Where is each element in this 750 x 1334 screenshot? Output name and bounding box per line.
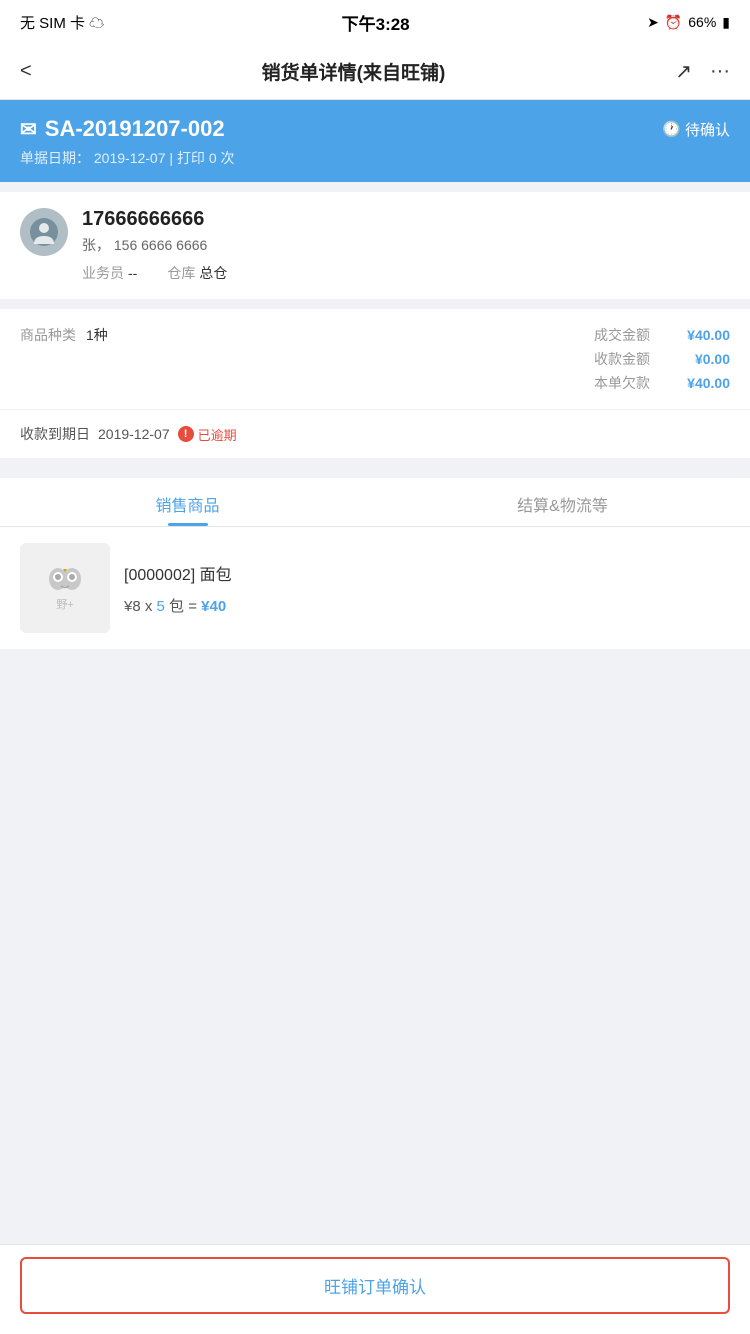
- product-name-text: 面包: [200, 567, 232, 584]
- warehouse-label: 仓库: [167, 263, 195, 283]
- product-qty: 5: [157, 598, 165, 615]
- equals-sign: =: [188, 598, 197, 615]
- order-date-info: 单据日期： 2019-12-07 | 打印 0 次: [20, 148, 730, 168]
- separator: |: [169, 150, 177, 166]
- salesman-label: 业务员: [82, 263, 124, 283]
- nav-bar: < 销货单详情(来自旺铺) ↗ ···: [0, 44, 750, 100]
- battery-icon: ▮: [722, 14, 730, 31]
- product-item: 野+ [0000002] 面包 ¥8 x 5 包 = ¥40: [0, 527, 750, 649]
- stats-left: 商品种类 1种: [20, 325, 594, 345]
- product-thumbnail: 野+: [20, 543, 110, 633]
- due-date-card: 收款到期日 2019-12-07 ! 已逾期: [0, 409, 750, 458]
- salesman-item: 业务员 --: [82, 263, 137, 283]
- back-button[interactable]: <: [20, 60, 32, 83]
- stats-value-2: ¥40.00: [660, 375, 730, 391]
- order-id: ✉ SA-20191207-002: [20, 116, 225, 142]
- status-left: 无 SIM 卡 ☁: [20, 12, 104, 33]
- customer-meta: 业务员 -- 仓库 总仓: [82, 263, 730, 283]
- stats-value-1: ¥0.00: [660, 351, 730, 367]
- order-id-text: SA-20191207-002: [45, 116, 225, 142]
- status-text: 待确认: [685, 119, 730, 140]
- customer-phone: 17666666666: [82, 208, 730, 231]
- stats-row-1: 收款金额 ¥0.00: [594, 349, 730, 369]
- avatar-icon: [30, 218, 58, 246]
- nav-icons: ↗ ···: [675, 59, 730, 84]
- due-date-label: 收款到期日: [20, 424, 90, 444]
- date-label: 单据日期：: [20, 150, 90, 166]
- page-title: 销货单详情(来自旺铺): [262, 58, 446, 85]
- category-value: 1种: [86, 325, 108, 345]
- tabs-row: 销售商品 结算&物流等: [0, 478, 750, 527]
- bottom-btn-container: 旺铺订单确认: [0, 1244, 750, 1334]
- stats-card: 商品种类 1种 成交金额 ¥40.00 收款金额 ¥0.00 本单欠款 ¥40.…: [0, 309, 750, 409]
- order-header-card: ✉ SA-20191207-002 🕐 待确认 单据日期： 2019-12-07…: [0, 100, 750, 182]
- print-info: 打印 0 次: [177, 150, 235, 166]
- customer-name-value: 156 6666 6666: [114, 237, 207, 253]
- divider-2: [0, 458, 750, 468]
- customer-info: 17666666666 张， 156 6666 6666 业务员 -- 仓库 总…: [82, 208, 730, 283]
- product-name: [0000002] 面包: [124, 561, 730, 585]
- overdue-badge: ! 已逾期: [178, 425, 237, 444]
- more-icon[interactable]: ···: [710, 60, 730, 83]
- category-label: 商品种类: [20, 325, 76, 345]
- divider-1: [0, 299, 750, 309]
- battery-level: 66%: [688, 14, 716, 30]
- product-price-row: ¥8 x 5 包 = ¥40: [124, 595, 730, 616]
- customer-row: 17666666666 张， 156 6666 6666 业务员 -- 仓库 总…: [20, 208, 730, 283]
- status-bar: 无 SIM 卡 ☁ 下午3:28 ➤ ⏰ 66% ▮: [0, 0, 750, 44]
- overdue-text: 已逾期: [198, 425, 237, 444]
- stats-label-1: 收款金额: [594, 349, 650, 369]
- product-code: [0000002]: [124, 567, 195, 584]
- tab-sales-products[interactable]: 销售商品: [0, 478, 375, 526]
- status-clock-icon: 🕐: [662, 120, 681, 138]
- warehouse-item: 仓库 总仓: [167, 263, 227, 283]
- product-info: [0000002] 面包 ¥8 x 5 包 = ¥40: [124, 561, 730, 616]
- tabs-section: 销售商品 结算&物流等 野+ [0000002] 面包: [0, 478, 750, 649]
- order-header-top: ✉ SA-20191207-002 🕐 待确认: [20, 116, 730, 142]
- tab-sales-label: 销售商品: [155, 498, 219, 515]
- product-brand-label: 野+: [56, 596, 73, 612]
- sim-status: 无 SIM 卡 ☁: [20, 12, 104, 33]
- tab-settlement[interactable]: 结算&物流等: [375, 478, 750, 526]
- salesman-value: --: [128, 265, 137, 281]
- customer-card: 17666666666 张， 156 6666 6666 业务员 -- 仓库 总…: [0, 192, 750, 299]
- due-date-value: 2019-12-07: [98, 426, 170, 442]
- customer-name-label: 张，: [82, 237, 110, 253]
- stats-row-2: 本单欠款 ¥40.00: [594, 373, 730, 393]
- product-total: ¥40: [201, 598, 226, 615]
- order-date: 2019-12-07: [94, 150, 166, 166]
- location-icon: ➤: [647, 14, 659, 31]
- product-unit: 包: [169, 598, 184, 615]
- order-status: 🕐 待确认: [662, 119, 730, 140]
- product-owl-svg: [45, 564, 85, 594]
- alarm-icon: ⏰: [665, 14, 682, 31]
- stats-label-0: 成交金额: [594, 325, 650, 345]
- tab-settlement-label: 结算&物流等: [517, 498, 608, 515]
- product-price: ¥8: [124, 598, 141, 615]
- stats-value-0: ¥40.00: [660, 327, 730, 343]
- share-icon[interactable]: ↗: [675, 59, 692, 84]
- warehouse-value: 总仓: [199, 263, 227, 283]
- stats-right: 成交金额 ¥40.00 收款金额 ¥0.00 本单欠款 ¥40.00: [594, 325, 730, 393]
- status-right: ➤ ⏰ 66% ▮: [647, 14, 730, 31]
- overdue-icon: !: [178, 426, 194, 442]
- confirm-order-button[interactable]: 旺铺订单确认: [20, 1257, 730, 1314]
- stats-label-2: 本单欠款: [594, 373, 650, 393]
- order-icon: ✉: [20, 117, 37, 142]
- multiply-sign: x: [145, 598, 153, 615]
- customer-name: 张， 156 6666 6666: [82, 235, 730, 255]
- status-time: 下午3:28: [342, 10, 410, 35]
- avatar: [20, 208, 68, 256]
- gray-area: [0, 649, 750, 849]
- stats-row-0: 成交金额 ¥40.00: [594, 325, 730, 345]
